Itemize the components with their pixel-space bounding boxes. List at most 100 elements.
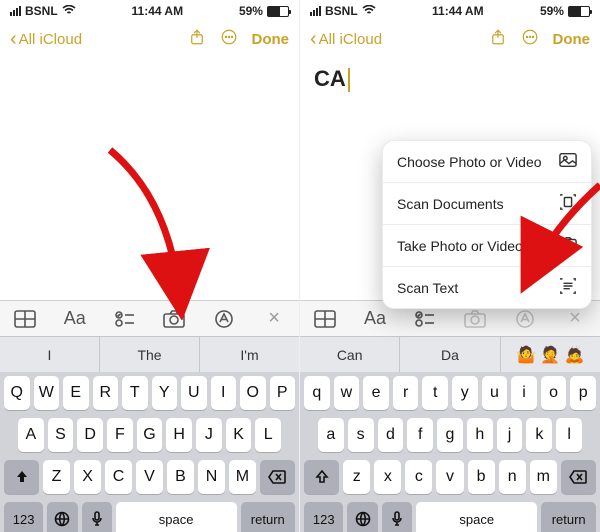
key-p[interactable]: P: [270, 376, 296, 410]
back-button[interactable]: ‹ All iCloud: [10, 29, 82, 49]
key-z[interactable]: Z: [43, 460, 70, 494]
suggestion-2[interactable]: Da: [400, 337, 500, 372]
key-u[interactable]: u: [482, 376, 508, 410]
space-key[interactable]: space: [416, 502, 537, 532]
suggestion-3[interactable]: I'm: [200, 337, 299, 372]
signal-icon: [10, 6, 21, 16]
key-h[interactable]: h: [467, 418, 493, 452]
mic-key[interactable]: [382, 502, 412, 532]
key-r[interactable]: R: [93, 376, 119, 410]
take-photo-item[interactable]: Take Photo or Video: [383, 225, 591, 267]
key-w[interactable]: w: [334, 376, 360, 410]
key-v[interactable]: V: [136, 460, 163, 494]
more-icon[interactable]: [521, 28, 539, 51]
scan-documents-item[interactable]: Scan Documents: [383, 183, 591, 225]
key-f[interactable]: f: [407, 418, 433, 452]
key-v[interactable]: v: [436, 460, 463, 494]
table-icon[interactable]: [11, 305, 39, 333]
note-body[interactable]: [0, 56, 299, 300]
return-key[interactable]: return: [541, 502, 596, 532]
key-t[interactable]: T: [122, 376, 148, 410]
key-u[interactable]: U: [181, 376, 207, 410]
key-m[interactable]: M: [229, 460, 256, 494]
table-icon[interactable]: [311, 305, 339, 333]
key-i[interactable]: I: [211, 376, 237, 410]
markup-toolbar: Aa ×: [0, 300, 299, 336]
shift-key[interactable]: [304, 460, 339, 494]
key-t[interactable]: t: [422, 376, 448, 410]
num-key[interactable]: 123: [304, 502, 343, 532]
scan-text-item[interactable]: Scan Text: [383, 267, 591, 308]
shift-key[interactable]: [4, 460, 39, 494]
space-key[interactable]: space: [116, 502, 237, 532]
key-z[interactable]: z: [343, 460, 370, 494]
key-a[interactable]: A: [18, 418, 44, 452]
key-q[interactable]: Q: [4, 376, 30, 410]
suggestion-emoji[interactable]: 🤷 🤦 🙇: [501, 337, 600, 372]
suggestion-1[interactable]: Can: [300, 337, 400, 372]
globe-key[interactable]: [347, 502, 377, 532]
checklist-icon[interactable]: [111, 305, 139, 333]
key-a[interactable]: a: [318, 418, 344, 452]
key-y[interactable]: y: [452, 376, 478, 410]
key-e[interactable]: e: [363, 376, 389, 410]
return-key[interactable]: return: [241, 502, 295, 532]
key-s[interactable]: s: [348, 418, 374, 452]
share-icon[interactable]: [489, 28, 507, 51]
key-l[interactable]: L: [255, 418, 281, 452]
suggestion-1[interactable]: I: [0, 337, 100, 372]
key-b[interactable]: b: [468, 460, 495, 494]
done-button[interactable]: Done: [553, 31, 591, 48]
delete-key[interactable]: [561, 460, 596, 494]
back-label: All iCloud: [19, 31, 82, 48]
scan-text-icon: [559, 277, 577, 298]
suggestion-2[interactable]: The: [100, 337, 200, 372]
key-d[interactable]: d: [378, 418, 404, 452]
key-g[interactable]: g: [437, 418, 463, 452]
camera-icon[interactable]: [160, 305, 188, 333]
more-icon[interactable]: [220, 28, 238, 51]
scan-doc-icon: [559, 193, 577, 214]
mic-key[interactable]: [82, 502, 112, 532]
key-r[interactable]: r: [393, 376, 419, 410]
photo-icon: [559, 151, 577, 172]
key-n[interactable]: n: [499, 460, 526, 494]
key-p[interactable]: p: [570, 376, 596, 410]
text-format-button[interactable]: Aa: [361, 305, 389, 333]
key-e[interactable]: E: [63, 376, 89, 410]
key-k[interactable]: K: [226, 418, 252, 452]
num-key[interactable]: 123: [4, 502, 43, 532]
key-n[interactable]: N: [198, 460, 225, 494]
key-o[interactable]: O: [240, 376, 266, 410]
key-y[interactable]: Y: [152, 376, 178, 410]
key-j[interactable]: j: [497, 418, 523, 452]
key-j[interactable]: J: [196, 418, 222, 452]
key-l[interactable]: l: [556, 418, 582, 452]
key-x[interactable]: x: [374, 460, 401, 494]
key-s[interactable]: S: [48, 418, 74, 452]
globe-key[interactable]: [47, 502, 77, 532]
back-button[interactable]: ‹ All iCloud: [310, 29, 382, 49]
markup-icon[interactable]: [210, 305, 238, 333]
key-g[interactable]: G: [137, 418, 163, 452]
key-b[interactable]: B: [167, 460, 194, 494]
key-x[interactable]: X: [74, 460, 101, 494]
key-o[interactable]: o: [541, 376, 567, 410]
status-bar: BSNL 11:44 AM 59%: [0, 0, 299, 22]
text-format-button[interactable]: Aa: [61, 305, 89, 333]
key-c[interactable]: c: [405, 460, 432, 494]
done-button[interactable]: Done: [252, 31, 290, 48]
key-h[interactable]: H: [166, 418, 192, 452]
key-f[interactable]: F: [107, 418, 133, 452]
key-k[interactable]: k: [526, 418, 552, 452]
close-keyboard-icon[interactable]: ×: [260, 305, 288, 333]
choose-photo-item[interactable]: Choose Photo or Video: [383, 141, 591, 183]
key-q[interactable]: q: [304, 376, 330, 410]
key-m[interactable]: m: [530, 460, 557, 494]
key-d[interactable]: D: [77, 418, 103, 452]
key-c[interactable]: C: [105, 460, 132, 494]
delete-key[interactable]: [260, 460, 295, 494]
share-icon[interactable]: [188, 28, 206, 51]
key-w[interactable]: W: [34, 376, 60, 410]
key-i[interactable]: i: [511, 376, 537, 410]
